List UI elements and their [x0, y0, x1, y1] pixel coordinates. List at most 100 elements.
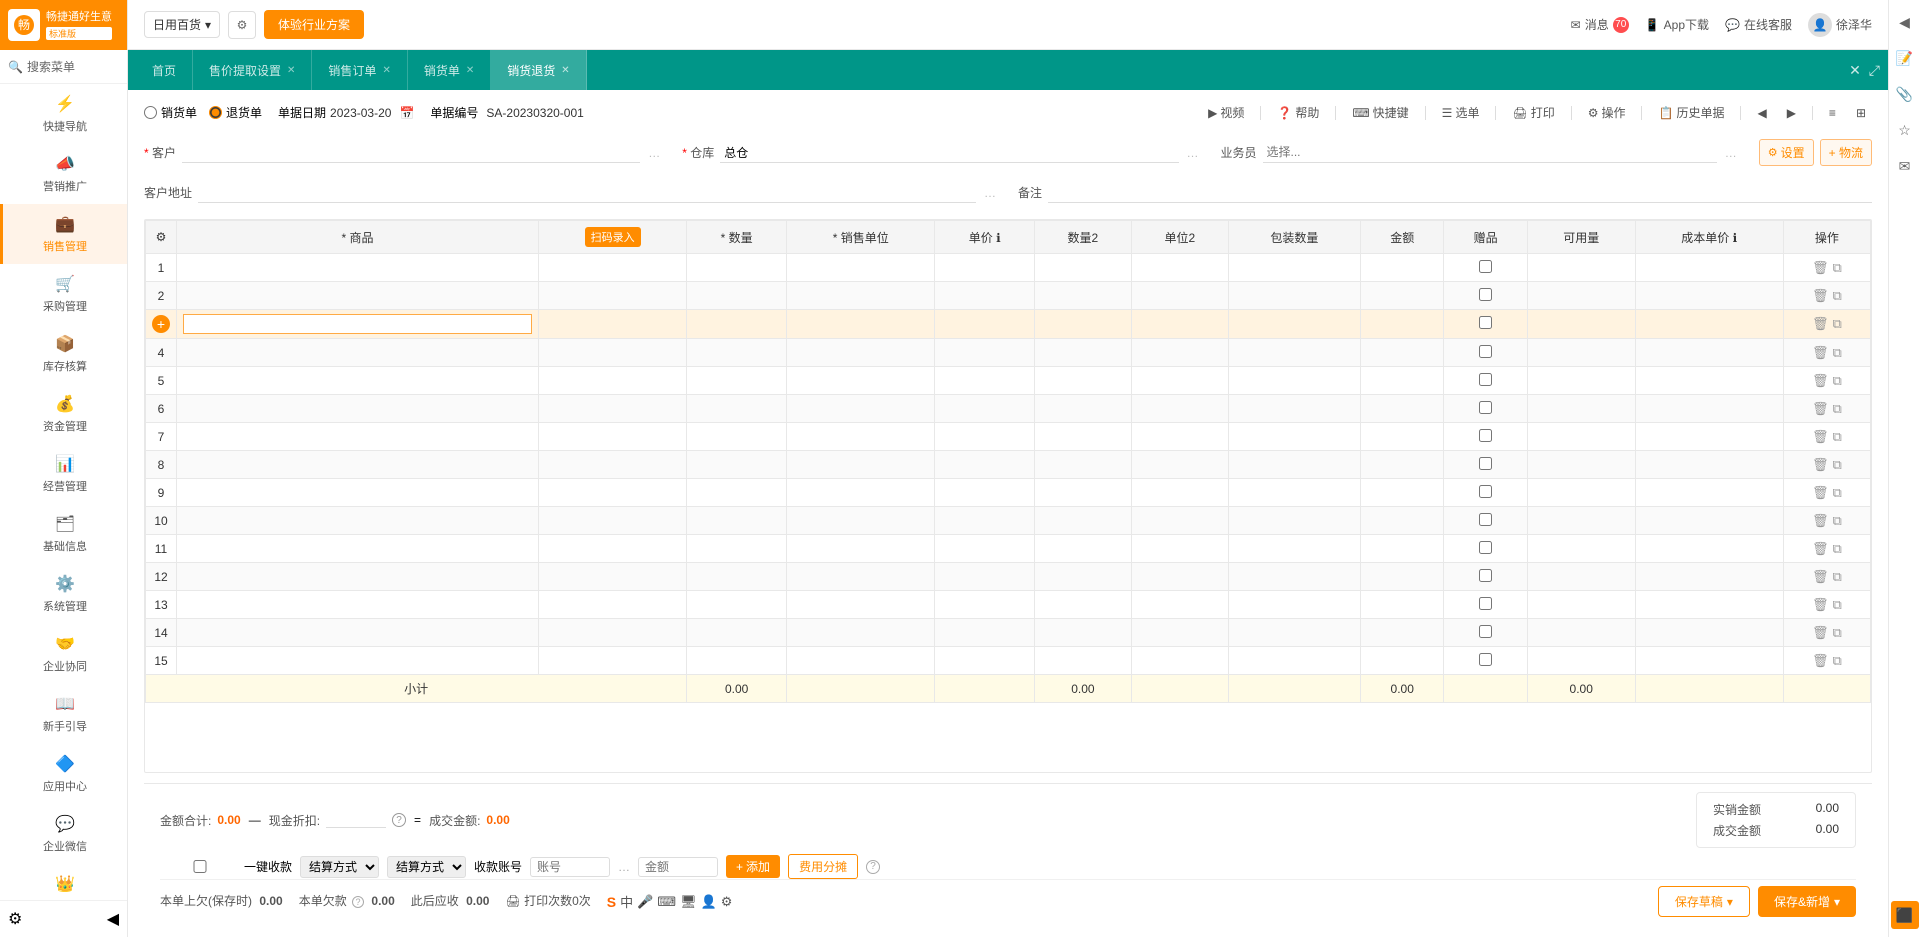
delete-row-btn[interactable]: 🗑 — [1812, 429, 1829, 445]
delete-row-btn[interactable]: 🗑 — [1812, 653, 1829, 669]
sales-unit-cell[interactable] — [787, 282, 935, 310]
copy-row-btn[interactable]: ⧉ — [1833, 625, 1842, 641]
sales-unit-cell[interactable] — [787, 423, 935, 451]
product-cell[interactable] — [177, 339, 539, 367]
unit2-cell[interactable] — [1131, 339, 1228, 367]
copy-row-btn[interactable]: ⧉ — [1833, 457, 1842, 473]
sidebar-item-guide[interactable]: 📖 新手引导 — [0, 684, 127, 744]
product-cell[interactable] — [177, 479, 539, 507]
unit-price-cell[interactable] — [935, 310, 1034, 339]
gift-checkbox[interactable] — [1479, 429, 1492, 442]
gift-checkbox[interactable] — [1479, 401, 1492, 414]
qty-cell[interactable] — [687, 395, 787, 423]
product-cell[interactable] — [177, 619, 539, 647]
sales-unit-cell[interactable] — [787, 339, 935, 367]
amount-cell[interactable] — [1361, 282, 1444, 310]
unit2-cell[interactable] — [1131, 451, 1228, 479]
qty2-cell[interactable] — [1034, 507, 1131, 535]
qty-cell[interactable] — [687, 647, 787, 675]
qty-cell[interactable] — [687, 535, 787, 563]
gift-checkbox[interactable] — [1479, 288, 1492, 301]
delete-row-btn[interactable]: 🗑 — [1812, 485, 1829, 501]
amount-cell[interactable] — [1361, 479, 1444, 507]
qty2-cell[interactable] — [1034, 423, 1131, 451]
unit2-cell[interactable] — [1131, 619, 1228, 647]
qty2-cell[interactable] — [1034, 310, 1131, 339]
cost-price-cell[interactable] — [1635, 254, 1783, 282]
one-click-pay-input[interactable] — [160, 860, 240, 873]
cost-price-cell[interactable] — [1635, 647, 1783, 675]
qty2-cell[interactable] — [1034, 451, 1131, 479]
unit-price-cell[interactable] — [935, 423, 1034, 451]
sales-unit-cell[interactable] — [787, 451, 935, 479]
right-panel-collapse[interactable]: ◀ — [1891, 8, 1919, 36]
qty2-cell[interactable] — [1034, 254, 1131, 282]
toolbar-grid-view-btn[interactable]: ⊞ — [1850, 104, 1872, 122]
split-help-btn[interactable]: ? — [866, 860, 880, 874]
expand-tab-btn[interactable]: ⤢ — [1869, 62, 1880, 79]
save-new-btn[interactable]: 保存&新增 ▾ — [1758, 886, 1856, 917]
gift-checkbox[interactable] — [1479, 485, 1492, 498]
unit2-cell[interactable] — [1131, 535, 1228, 563]
sidebar-item-system[interactable]: ⚙️ 系统管理 — [0, 564, 127, 624]
amount-cell[interactable] — [1361, 423, 1444, 451]
qty-cell[interactable] — [687, 423, 787, 451]
radio-sales-delivery-input[interactable] — [144, 106, 157, 119]
address-dots[interactable]: … — [982, 186, 998, 200]
pack-qty-cell[interactable] — [1228, 591, 1360, 619]
copy-row-btn[interactable]: ⧉ — [1833, 401, 1842, 417]
toolbar-video-btn[interactable]: ▶ 视频 — [1202, 102, 1250, 123]
gift-checkbox[interactable] — [1479, 653, 1492, 666]
message-btn[interactable]: ✉ 消息 70 — [1571, 16, 1629, 33]
unit2-cell[interactable] — [1131, 367, 1228, 395]
unit2-cell[interactable] — [1131, 647, 1228, 675]
qty-cell[interactable] — [687, 563, 787, 591]
sales-unit-cell[interactable] — [787, 479, 935, 507]
sidebar-settings-icon[interactable]: ⚙ — [8, 909, 22, 929]
sidebar-item-wechat[interactable]: 💬 企业微信 — [0, 804, 127, 864]
sales-unit-cell[interactable] — [787, 310, 935, 339]
gift-checkbox[interactable] — [1479, 513, 1492, 526]
qty-cell[interactable] — [687, 367, 787, 395]
unit-price-cell[interactable] — [935, 367, 1034, 395]
gift-checkbox[interactable] — [1479, 345, 1492, 358]
save-draft-btn[interactable]: 保存草稿 ▾ — [1658, 886, 1750, 917]
toolbar-shortcuts-btn[interactable]: ⌨ 快捷键 — [1346, 102, 1414, 123]
copy-row-btn[interactable]: ⧉ — [1833, 373, 1842, 389]
delete-row-btn[interactable]: 🗑 — [1812, 345, 1829, 361]
cost-price-cell[interactable] — [1635, 591, 1783, 619]
toolbar-operate-btn[interactable]: ⚙ 操作 — [1582, 102, 1632, 123]
qty2-cell[interactable] — [1034, 339, 1131, 367]
delete-row-btn[interactable]: 🗑 — [1812, 541, 1829, 557]
unit2-cell[interactable] — [1131, 310, 1228, 339]
toolbar-prev-btn[interactable]: ◀ — [1751, 104, 1772, 122]
sales-unit-cell[interactable] — [787, 591, 935, 619]
pack-qty-cell[interactable] — [1228, 563, 1360, 591]
qty2-cell[interactable] — [1034, 563, 1131, 591]
tab-sales-return[interactable]: 销货退货 ✕ — [491, 50, 586, 90]
qty2-cell[interactable] — [1034, 395, 1131, 423]
address-input[interactable] — [198, 182, 976, 203]
gift-checkbox[interactable] — [1479, 625, 1492, 638]
copy-row-btn[interactable]: ⧉ — [1833, 569, 1842, 585]
available-cell[interactable] — [1527, 647, 1635, 675]
pack-qty-cell[interactable] — [1228, 254, 1360, 282]
user-profile-btn[interactable]: 👤 徐泽华 — [1808, 13, 1872, 37]
sidebar-item-member[interactable]: 👑 畅会员 — [0, 864, 127, 900]
tab-sales-delivery[interactable]: 销货单 ✕ — [408, 50, 491, 90]
qty2-cell[interactable] — [1034, 619, 1131, 647]
available-cell[interactable] — [1527, 619, 1635, 647]
right-panel-qr[interactable]: ⬛ — [1891, 901, 1919, 929]
gift-checkbox[interactable] — [1479, 457, 1492, 470]
sidebar-collapse-icon[interactable]: ◀ — [107, 909, 119, 929]
unit-price-cell[interactable] — [935, 507, 1034, 535]
sales-unit-cell[interactable] — [787, 563, 935, 591]
delete-row-btn[interactable]: 🗑 — [1812, 625, 1829, 641]
sales-unit-cell[interactable] — [787, 395, 935, 423]
tab-home[interactable]: 首页 — [136, 50, 193, 90]
sidebar-item-appstore[interactable]: 🔷 应用中心 — [0, 744, 127, 804]
amount-cell[interactable] — [1361, 367, 1444, 395]
tab-sales-delivery-close[interactable]: ✕ — [466, 65, 474, 76]
cost-price-cell[interactable] — [1635, 479, 1783, 507]
available-cell[interactable] — [1527, 339, 1635, 367]
